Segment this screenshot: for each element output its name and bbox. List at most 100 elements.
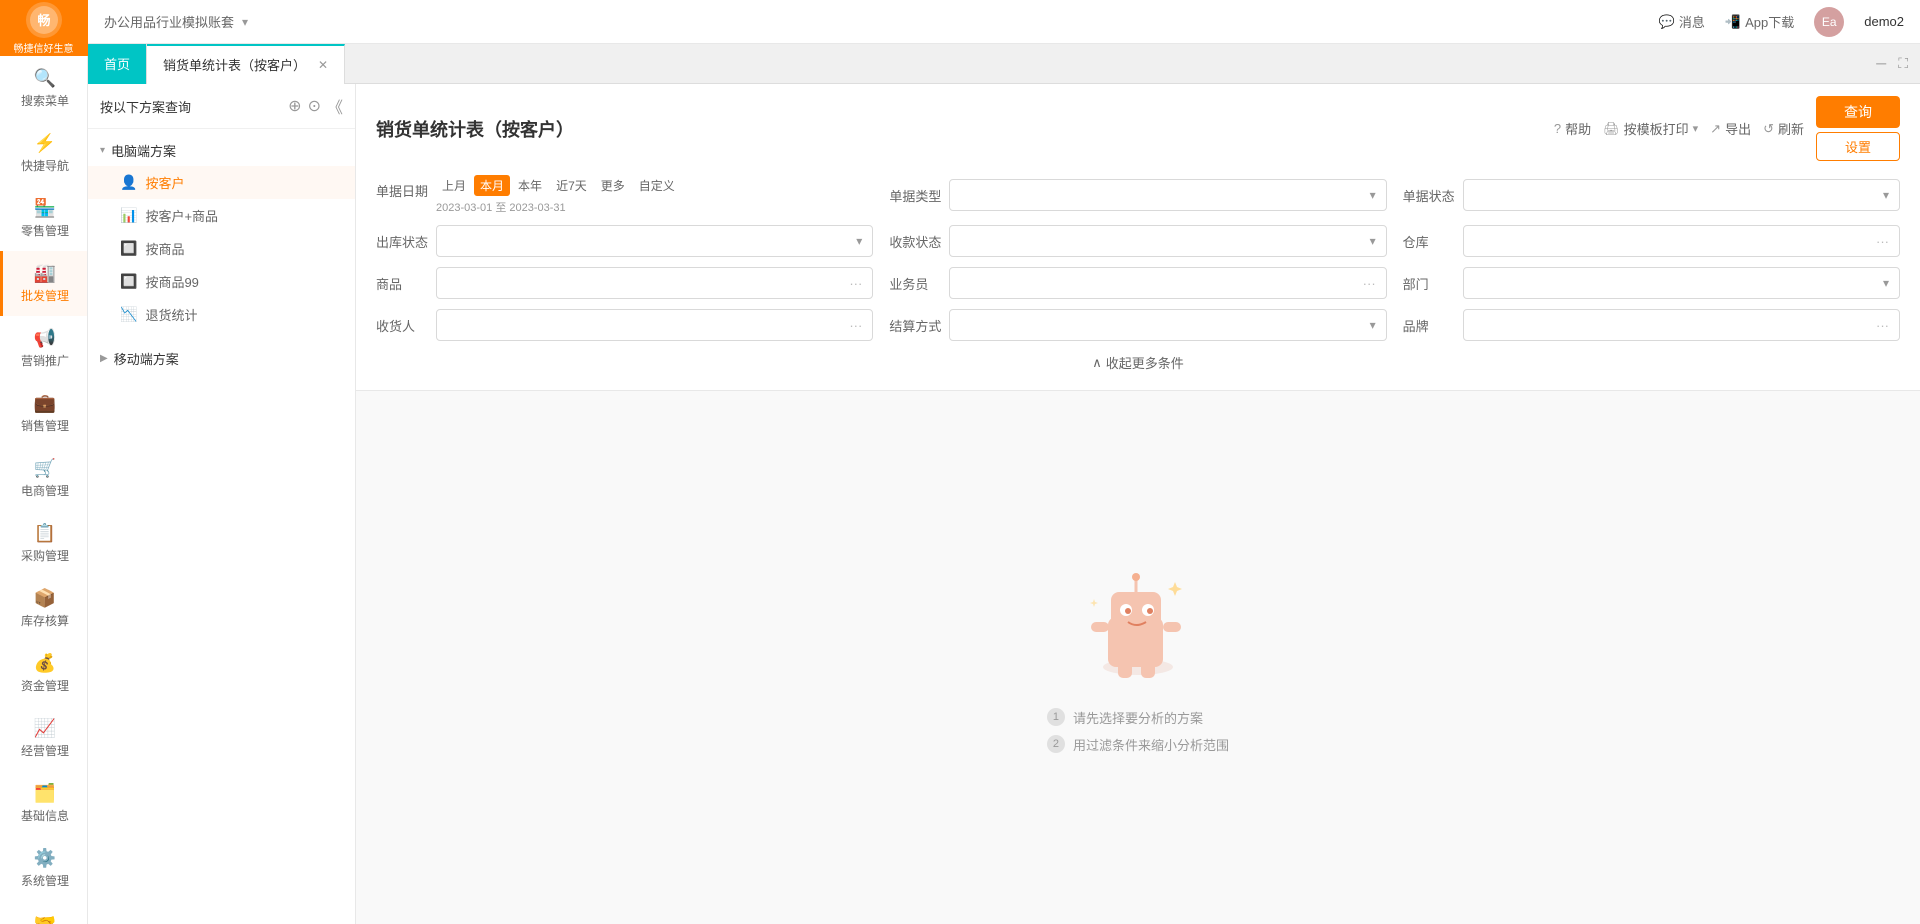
settings-scheme-button[interactable]: ⊙ (308, 96, 321, 116)
tab-minimize-icon[interactable]: ─ (1872, 51, 1890, 76)
consignee-dots-icon: ··· (849, 318, 862, 333)
scheme-item-return-stat[interactable]: 📉 退货统计 (88, 298, 355, 331)
date-tab-more[interactable]: 更多 (595, 175, 631, 196)
brand-control[interactable]: ··· (1463, 309, 1900, 341)
main-area: 办公用品行业模拟账套 ▾ 💬 消息 📲 App下载 Ea demo2 首页 销货… (88, 0, 1920, 924)
salesperson-control[interactable]: ··· (949, 267, 1386, 299)
username-label[interactable]: demo2 (1864, 14, 1904, 29)
collapse-more-button[interactable]: ∧ 收起更多条件 (376, 347, 1900, 378)
message-button[interactable]: 💬 消息 (1659, 12, 1705, 31)
department-dropdown-icon: ▾ (1883, 276, 1889, 290)
pc-scheme-category[interactable]: ▾ 电脑端方案 (88, 135, 355, 166)
basic-icon: 🗂️ (34, 783, 56, 804)
scheme-item-by-goods-99[interactable]: 🔲 按商品99 (88, 265, 355, 298)
out-status-control[interactable]: ▾ (436, 225, 873, 257)
sidebar-item-wholesale[interactable]: 🏭 批发管理 (0, 251, 87, 316)
consignee-filter: 收货人 ··· (376, 309, 873, 341)
content-area: 按以下方案查询 ⊕ ⊙ 《 ▾ 电脑端方案 👤 按客户 📊 (88, 84, 1920, 924)
date-tab-this-month[interactable]: 本月 (474, 175, 510, 196)
refresh-icon: ↺ (1763, 121, 1774, 137)
sidebar-item-sales[interactable]: 💼 销售管理 (0, 381, 87, 446)
warehouse-filter: 仓库 ··· (1403, 225, 1900, 257)
message-icon: 💬 (1659, 14, 1675, 30)
date-tab-this-year[interactable]: 本年 (512, 175, 548, 196)
sidebar-item-enterprise[interactable]: 🤝 企业协同 (0, 901, 87, 924)
goods-control[interactable]: ··· (436, 267, 873, 299)
tab-home[interactable]: 首页 (88, 44, 147, 84)
operation-icon: 📈 (34, 718, 56, 739)
query-button[interactable]: 查询 (1816, 96, 1900, 128)
header-left: 办公用品行业模拟账套 ▾ (104, 12, 248, 31)
sidebar-item-inventory[interactable]: 📦 库存核算 (0, 576, 87, 641)
filter-row-1: 单据日期 上月 本月 本年 近7天 更多 自定义 2023-03-01 至 20… (376, 175, 1900, 215)
customer-icon: 👤 (120, 174, 137, 191)
sidebar-item-operation[interactable]: 📈 经营管理 (0, 706, 87, 771)
doc-status-filter: 单据状态 ▾ (1403, 175, 1900, 215)
sidebar-item-retail[interactable]: 🏪 零售管理 (0, 186, 87, 251)
sidebar-item-ecommerce[interactable]: 🛒 电商管理 (0, 446, 87, 511)
doc-status-dropdown-icon: ▾ (1883, 188, 1889, 202)
tab-maximize-icon[interactable]: ⛶ (1894, 51, 1912, 76)
tab-sales-stat[interactable]: 销货单统计表（按客户） ✕ (147, 44, 345, 84)
settings-button[interactable]: 设置 (1816, 132, 1900, 161)
breadcrumb-dropdown-icon[interactable]: ▾ (242, 15, 248, 29)
page-actions: ? 帮助 🖨 按模板打印 ▾ ↗ 导出 ↺ (1554, 96, 1900, 161)
salesperson-filter: 业务员 ··· (889, 267, 1386, 299)
date-range-display: 2023-03-01 至 2023-03-31 (436, 199, 873, 215)
refresh-button[interactable]: ↺ 刷新 (1763, 119, 1804, 138)
warehouse-control[interactable]: ··· (1463, 225, 1900, 257)
empty-hint-1: 1 请先选择要分析的方案 (1047, 708, 1229, 727)
mobile-scheme-category[interactable]: ▶ 移动端方案 (88, 343, 355, 374)
system-icon: ⚙️ (34, 848, 56, 869)
doc-type-control[interactable]: ▾ (949, 179, 1386, 211)
doc-status-control[interactable]: ▾ (1463, 179, 1900, 211)
date-tab-custom[interactable]: 自定义 (633, 175, 681, 196)
collapse-panel-button[interactable]: 《 (327, 94, 343, 118)
doc-type-dropdown-icon: ▾ (1370, 188, 1376, 202)
sidebar-item-system[interactable]: ⚙️ 系统管理 (0, 836, 87, 901)
filter-section: 销货单统计表（按客户） ? 帮助 🖨 按模板打印 ▾ ↗ (356, 84, 1920, 391)
department-control[interactable]: ▾ (1463, 267, 1900, 299)
consignee-label: 收货人 (376, 316, 428, 335)
brand-label: 品牌 (1403, 316, 1455, 335)
print-dropdown-icon: ▾ (1693, 122, 1699, 135)
sidebar-logo[interactable]: 畅 畅捷信好生意 (0, 0, 88, 56)
goods-dots-icon: ··· (849, 276, 862, 291)
app-download-button[interactable]: 📲 App下载 (1725, 12, 1794, 31)
hint-number-1: 1 (1047, 708, 1065, 726)
sidebar-item-marketing[interactable]: 📢 营销推广 (0, 316, 87, 381)
collapse-up-icon: ∧ (1092, 355, 1102, 371)
date-tabs-row: 上月 本月 本年 近7天 更多 自定义 (436, 175, 873, 196)
print-button[interactable]: 🖨 按模板打印 ▾ (1603, 119, 1698, 138)
page-title: 销货单统计表（按客户） (376, 116, 574, 142)
goods-filter: 商品 ··· (376, 267, 873, 299)
logo-text: 畅捷信好生意 (14, 40, 74, 55)
sidebar-item-search[interactable]: 🔍 搜索菜单 (0, 56, 87, 121)
sidebar-item-finance[interactable]: 💰 资金管理 (0, 641, 87, 706)
export-button[interactable]: ↗ 导出 (1710, 119, 1751, 138)
scheme-item-by-goods[interactable]: 🔲 按商品 (88, 232, 355, 265)
tab-close-icon[interactable]: ✕ (318, 58, 328, 72)
add-scheme-button[interactable]: ⊕ (288, 96, 301, 116)
department-filter: 部门 ▾ (1403, 267, 1900, 299)
sidebar-item-basic[interactable]: 🗂️ 基础信息 (0, 771, 87, 836)
receipt-status-control[interactable]: ▾ (949, 225, 1386, 257)
date-tab-last-month[interactable]: 上月 (436, 175, 472, 196)
quick-nav-icon: ⚡ (34, 133, 56, 154)
date-tab-7days[interactable]: 近7天 (550, 175, 593, 196)
empty-hint-2: 2 用过滤条件来缩小分析范围 (1047, 735, 1229, 754)
finance-icon: 💰 (34, 653, 56, 674)
scheme-item-by-customer[interactable]: 👤 按客户 (88, 166, 355, 199)
help-button[interactable]: ? 帮助 (1554, 119, 1591, 138)
sidebar-item-purchase[interactable]: 📋 采购管理 (0, 511, 87, 576)
avatar[interactable]: Ea (1814, 7, 1844, 37)
scheme-item-by-customer-goods[interactable]: 📊 按客户+商品 (88, 199, 355, 232)
consignee-control[interactable]: ··· (436, 309, 873, 341)
filter-row-2: 出库状态 ▾ 收款状态 ▾ 仓库 (376, 225, 1900, 257)
left-panel: 按以下方案查询 ⊕ ⊙ 《 ▾ 电脑端方案 👤 按客户 📊 (88, 84, 356, 924)
sidebar-item-quick-nav[interactable]: ⚡ 快捷导航 (0, 121, 87, 186)
settlement-control[interactable]: ▾ (949, 309, 1386, 341)
out-status-dropdown-icon: ▾ (856, 234, 862, 248)
query-settings-group: 查询 设置 (1816, 96, 1900, 161)
download-icon: 📲 (1725, 14, 1741, 30)
